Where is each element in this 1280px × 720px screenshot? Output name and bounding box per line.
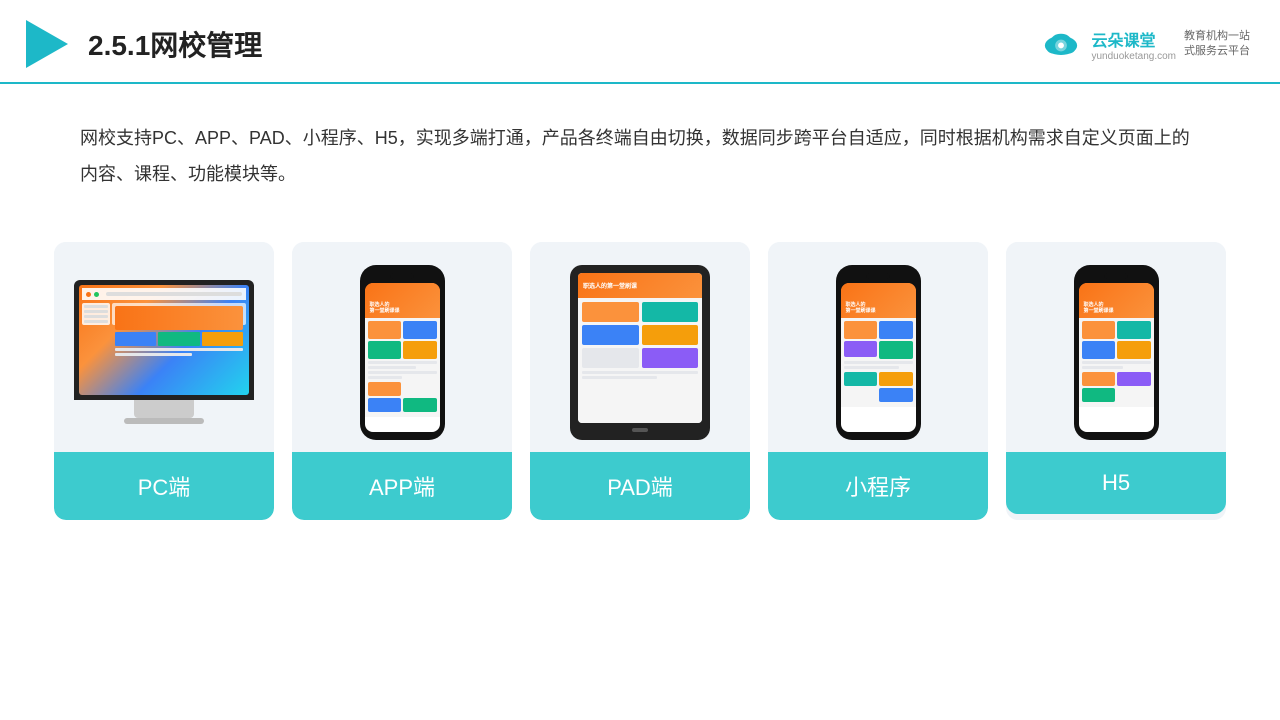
phone-mockup-mini: 职选人的第一堂刷课课 — [836, 265, 921, 440]
card-miniprogram-label: 小程序 — [768, 452, 988, 520]
description-text: 网校支持PC、APP、PAD、小程序、H5，实现多端打通，产品各终端自由切换，数… — [0, 84, 1280, 212]
page-title: 2.5.1网校管理 — [88, 24, 262, 64]
card-miniprogram: 职选人的第一堂刷课课 — [768, 242, 988, 520]
header-left: 2.5.1网校管理 — [20, 18, 262, 70]
logo-area: 云朵课堂 yunduoketang.com 教育机构一站 式服务云平台 — [1039, 27, 1250, 62]
card-app-image: 职选人的第一堂刷课课 — [292, 242, 512, 452]
logo-name: 云朵课堂 — [1091, 27, 1176, 51]
phone-mockup-app: 职选人的第一堂刷课课 — [360, 265, 445, 440]
logo-url: yunduoketang.com — [1091, 51, 1176, 62]
card-pad: 职选人的第一堂刷课 — [530, 242, 750, 520]
card-pc-label: PC端 — [54, 452, 274, 520]
play-icon — [20, 18, 72, 70]
card-app: 职选人的第一堂刷课课 — [292, 242, 512, 520]
card-pad-image: 职选人的第一堂刷课 — [530, 242, 750, 452]
logo-tagline: 教育机构一站 式服务云平台 — [1184, 29, 1250, 60]
tablet-mockup: 职选人的第一堂刷课 — [570, 265, 710, 440]
card-pad-label: PAD端 — [530, 452, 750, 520]
card-h5: 职选人的第一堂刷课课 — [1006, 242, 1226, 520]
card-pc-image — [54, 242, 274, 452]
monitor-mockup — [74, 280, 254, 424]
card-miniprogram-image: 职选人的第一堂刷课课 — [768, 242, 988, 452]
header: 2.5.1网校管理 云朵课堂 yunduoketang.com 教育机构一站 式… — [0, 0, 1280, 84]
card-h5-image: 职选人的第一堂刷课课 — [1006, 242, 1226, 452]
card-app-label: APP端 — [292, 452, 512, 520]
platform-cards: PC端 职选人的第一堂刷课课 — [0, 212, 1280, 520]
cloud-logo-icon — [1039, 29, 1083, 59]
card-pc: PC端 — [54, 242, 274, 520]
logo-text-group: 云朵课堂 yunduoketang.com — [1091, 27, 1176, 62]
phone-mockup-h5: 职选人的第一堂刷课课 — [1074, 265, 1159, 440]
card-h5-label: H5 — [1006, 452, 1226, 514]
